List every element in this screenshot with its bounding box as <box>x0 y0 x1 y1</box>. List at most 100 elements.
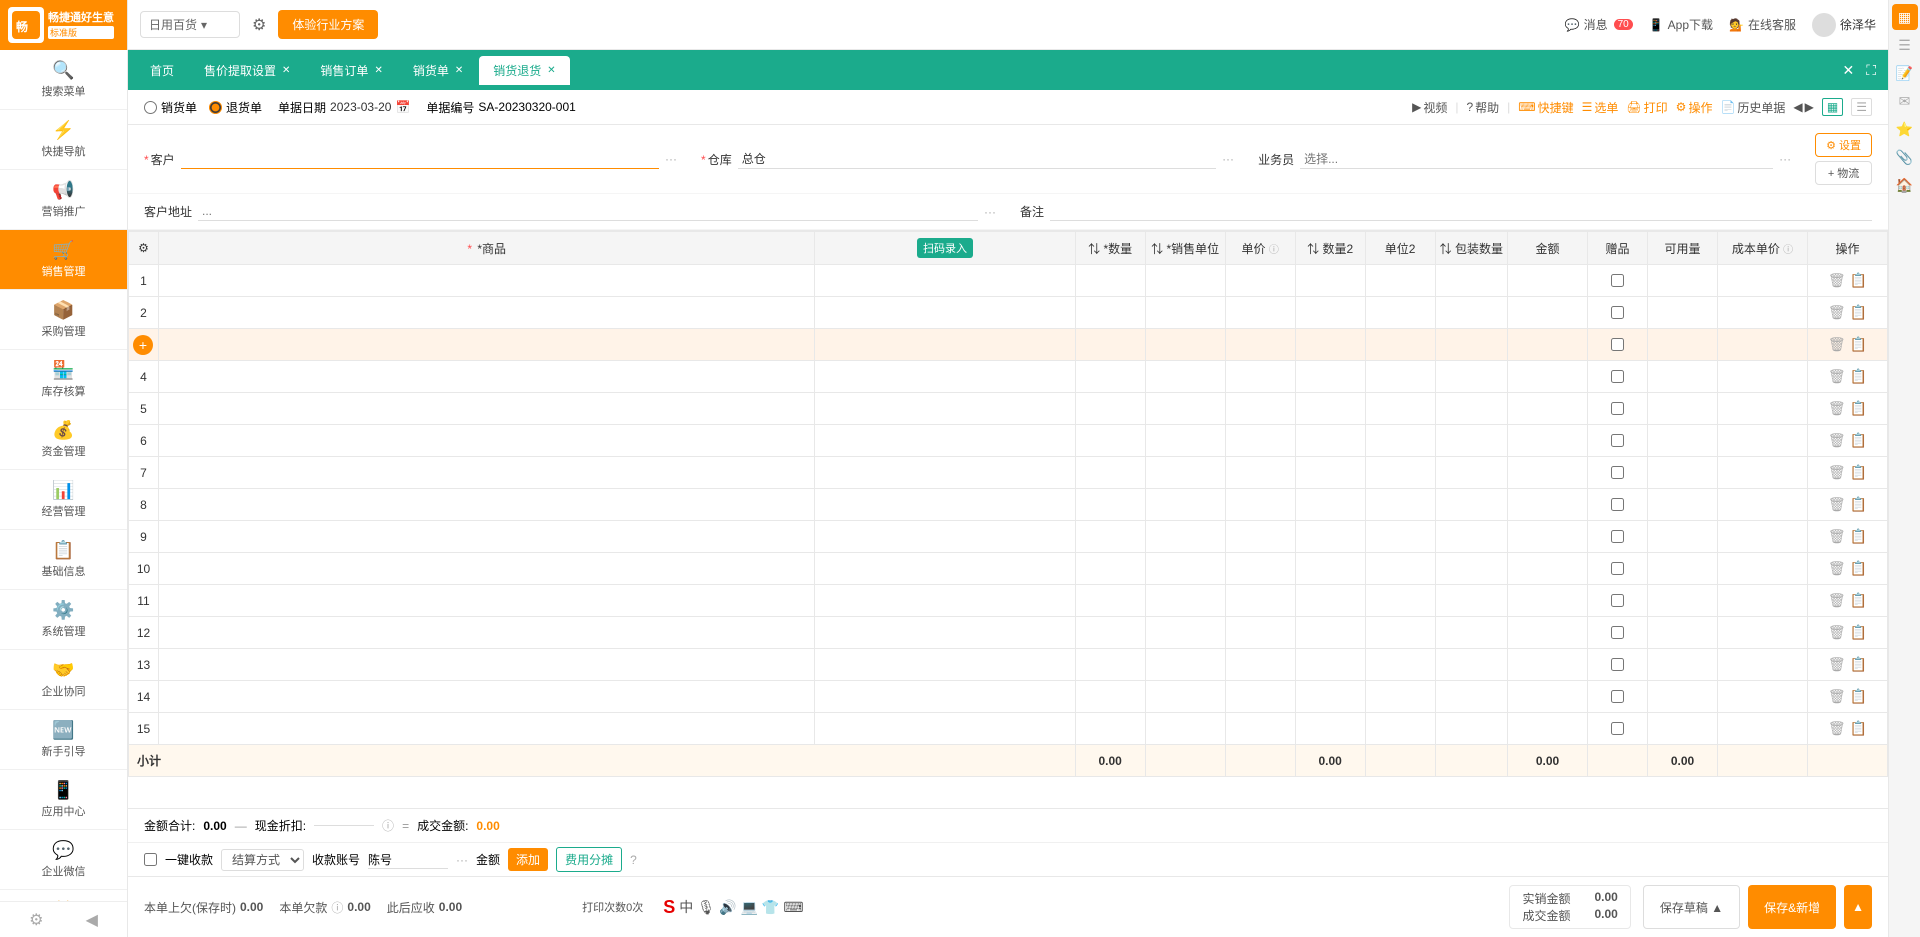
taskbar-icon2[interactable]: 中 <box>679 897 693 917</box>
cost-cell[interactable] <box>1718 489 1808 521</box>
select-btn[interactable]: ☰ 选单 <box>1582 99 1619 116</box>
copy-row-btn[interactable]: 📋 <box>1850 400 1867 417</box>
sidebar-item-purchase[interactable]: 📦 采购管理 <box>0 290 127 350</box>
avail-cell[interactable] <box>1648 393 1718 425</box>
exp-btn[interactable]: 体验行业方案 <box>278 10 378 39</box>
price-cell[interactable] <box>1225 329 1295 361</box>
price-cell[interactable] <box>1225 393 1295 425</box>
unit-cell[interactable] <box>1145 329 1225 361</box>
avail-cell[interactable] <box>1648 425 1718 457</box>
qty-cell[interactable] <box>1075 329 1145 361</box>
gift-cell[interactable] <box>1588 521 1648 553</box>
col-settings[interactable]: ⚙ <box>129 232 159 265</box>
price-cell[interactable] <box>1225 521 1295 553</box>
qty-cell[interactable] <box>1075 457 1145 489</box>
sidebar-item-search[interactable]: 🔍 搜索菜单 <box>0 50 127 110</box>
copy-row-btn[interactable]: 📋 <box>1850 368 1867 385</box>
unit2-cell[interactable] <box>1365 489 1435 521</box>
sidebar-item-marketing[interactable]: 📢 营销推广 <box>0 170 127 230</box>
qty2-cell[interactable] <box>1295 585 1365 617</box>
gift-checkbox[interactable] <box>1611 530 1624 543</box>
avail-cell[interactable] <box>1648 681 1718 713</box>
sidebar-item-sales[interactable]: 🛒 销售管理 <box>0 230 127 290</box>
cost-cell[interactable] <box>1718 265 1808 297</box>
sidebar-item-operations[interactable]: 📊 经营管理 <box>0 470 127 530</box>
tab-sale-price-close[interactable]: ✕ <box>282 65 290 76</box>
copy-row-btn[interactable]: 📋 <box>1850 720 1867 737</box>
copy-row-btn[interactable]: 📋 <box>1850 464 1867 481</box>
gift-cell[interactable] <box>1588 681 1648 713</box>
amount-cell[interactable] <box>1508 681 1588 713</box>
amount-cell[interactable] <box>1508 265 1588 297</box>
fee-info-icon[interactable]: ? <box>630 853 637 867</box>
sidebar-item-system[interactable]: ⚙️ 系统管理 <box>0 590 127 650</box>
discount-value[interactable] <box>314 825 374 826</box>
app-download-btn[interactable]: 📱 App下载 <box>1649 16 1713 33</box>
cost-cell[interactable] <box>1718 361 1808 393</box>
amount-cell[interactable] <box>1508 489 1588 521</box>
unit2-cell[interactable] <box>1365 329 1435 361</box>
sidebar-item-inventory[interactable]: 🏪 库存核算 <box>0 350 127 410</box>
gift-checkbox[interactable] <box>1611 434 1624 447</box>
price-cell[interactable] <box>1225 585 1295 617</box>
qty2-cell[interactable] <box>1295 393 1365 425</box>
salesman-select-btn[interactable]: ··· <box>1779 152 1791 166</box>
avail-cell[interactable] <box>1648 489 1718 521</box>
amount-cell[interactable] <box>1508 393 1588 425</box>
qty-cell[interactable] <box>1075 489 1145 521</box>
unit-cell[interactable] <box>1145 361 1225 393</box>
taskbar-icon6[interactable]: 👕 <box>762 899 779 916</box>
pack-cell[interactable] <box>1435 361 1507 393</box>
settings-side-btn[interactable]: ⚙ 设置 <box>1815 133 1872 157</box>
pack-cell[interactable] <box>1435 425 1507 457</box>
tab-sale-price[interactable]: 售价提取设置 ✕ <box>190 56 304 85</box>
taskbar-icon3[interactable]: 🎙 <box>697 899 715 916</box>
copy-row-btn[interactable]: 📋 <box>1850 496 1867 513</box>
pack-cell[interactable] <box>1435 393 1507 425</box>
cost-cell[interactable] <box>1718 649 1808 681</box>
qty-cell[interactable] <box>1075 425 1145 457</box>
product-cell[interactable] <box>159 297 815 329</box>
unit2-cell[interactable] <box>1365 617 1435 649</box>
gift-cell[interactable] <box>1588 361 1648 393</box>
price-cell[interactable] <box>1225 425 1295 457</box>
unit2-cell[interactable] <box>1365 585 1435 617</box>
qty-cell[interactable] <box>1075 681 1145 713</box>
price-cell[interactable] <box>1225 265 1295 297</box>
tab-expand-btn[interactable]: ⛶ <box>1862 60 1880 81</box>
video-btn[interactable]: ▶ 视频 <box>1412 99 1447 116</box>
pack-cell[interactable] <box>1435 489 1507 521</box>
unit2-cell[interactable] <box>1365 425 1435 457</box>
delete-row-btn[interactable]: 🗑 <box>1828 528 1846 545</box>
pack-cell[interactable] <box>1435 585 1507 617</box>
avail-cell[interactable] <box>1648 297 1718 329</box>
cost-cell[interactable] <box>1718 521 1808 553</box>
unit-cell[interactable] <box>1145 713 1225 745</box>
product-cell[interactable] <box>159 617 815 649</box>
qty-cell[interactable] <box>1075 713 1145 745</box>
gift-cell[interactable] <box>1588 553 1648 585</box>
delete-row-btn[interactable]: 🗑 <box>1828 464 1846 481</box>
sidebar-item-basic[interactable]: 📋 基础信息 <box>0 530 127 590</box>
right-sidebar-btn-3[interactable]: 📝 <box>1892 60 1918 86</box>
product-cell[interactable] <box>159 553 815 585</box>
tab-sale-bill-close[interactable]: ✕ <box>455 65 463 76</box>
address-select-btn[interactable]: ··· <box>984 205 996 219</box>
amount-cell[interactable] <box>1508 617 1588 649</box>
delete-row-btn[interactable]: 🗑 <box>1828 368 1846 385</box>
price-cell[interactable] <box>1225 617 1295 649</box>
qty-cell[interactable] <box>1075 393 1145 425</box>
avail-cell[interactable] <box>1648 585 1718 617</box>
avail-cell[interactable] <box>1648 521 1718 553</box>
amount-cell[interactable] <box>1508 329 1588 361</box>
price-info-icon[interactable]: ⓘ <box>1269 245 1279 256</box>
sidebar-item-shortcut[interactable]: ⚡ 快捷导航 <box>0 110 127 170</box>
prev-btn[interactable]: ◀ <box>1793 100 1802 114</box>
qty-cell[interactable] <box>1075 649 1145 681</box>
date-value[interactable]: 2023-03-20 <box>330 100 391 114</box>
delete-row-btn[interactable]: 🗑 <box>1828 400 1846 417</box>
fee-btn[interactable]: 费用分摊 <box>556 847 622 872</box>
tab-sale-bill[interactable]: 销货单 ✕ <box>399 56 477 85</box>
gift-cell[interactable] <box>1588 329 1648 361</box>
gift-cell[interactable] <box>1588 489 1648 521</box>
